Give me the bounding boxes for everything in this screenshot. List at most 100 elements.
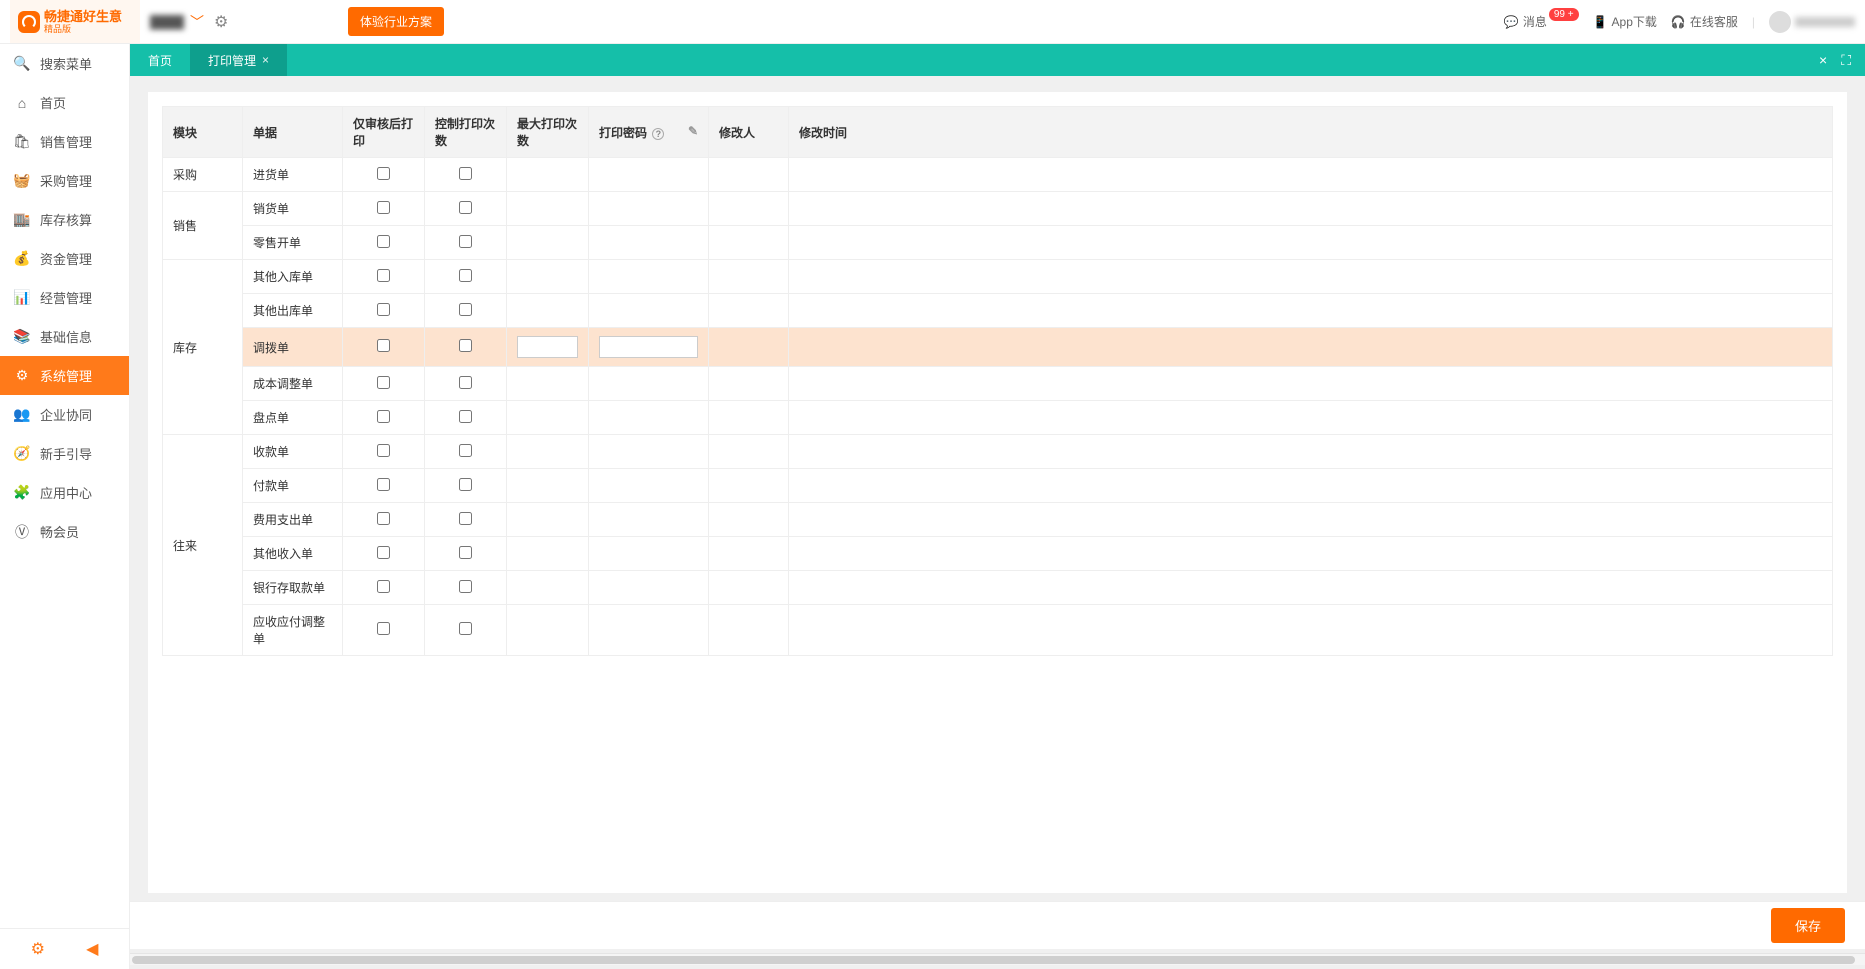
- sidebar-item-purchase[interactable]: 🧺采购管理: [0, 161, 129, 200]
- control-count-cell: [425, 260, 507, 294]
- close-all-icon[interactable]: ×: [1819, 52, 1827, 68]
- messages-link[interactable]: 💬 消息 99 +: [1504, 13, 1579, 30]
- help-icon[interactable]: ?: [652, 128, 664, 140]
- print-pass-cell: [589, 435, 709, 469]
- sidebar-item-label: 应用中心: [40, 483, 92, 502]
- sidebar-item-collab[interactable]: 👥企业协同: [0, 395, 129, 434]
- audit-print-checkbox[interactable]: [377, 478, 390, 491]
- close-icon[interactable]: ×: [262, 53, 269, 67]
- online-service-link[interactable]: 🎧 在线客服: [1671, 13, 1738, 30]
- table-row: 其他收入单: [163, 537, 1833, 571]
- doc-cell: 零售开单: [243, 226, 343, 260]
- audit-print-checkbox[interactable]: [377, 376, 390, 389]
- editor-cell: [709, 158, 789, 192]
- audit-print-checkbox[interactable]: [377, 339, 390, 352]
- table-row: 库存其他入库单: [163, 260, 1833, 294]
- audit-print-cell: [343, 537, 425, 571]
- control-count-checkbox[interactable]: [459, 339, 472, 352]
- control-count-cell: [425, 503, 507, 537]
- industry-plan-button[interactable]: 体验行业方案: [348, 7, 444, 36]
- doc-cell: 费用支出单: [243, 503, 343, 537]
- tab-home[interactable]: 首页: [130, 44, 190, 76]
- sidebar-item-app-center[interactable]: 🧩应用中心: [0, 473, 129, 512]
- audit-print-checkbox[interactable]: [377, 269, 390, 282]
- sidebar-item-basic-info[interactable]: 📚基础信息: [0, 317, 129, 356]
- control-count-checkbox[interactable]: [459, 201, 472, 214]
- collapse-icon[interactable]: ◀: [86, 939, 98, 959]
- control-count-cell: [425, 401, 507, 435]
- max-count-input[interactable]: [517, 336, 578, 358]
- tabstrip: 首页 打印管理 × × ⛶: [130, 44, 1865, 76]
- print-pass-cell: [589, 226, 709, 260]
- control-count-cell: [425, 367, 507, 401]
- doc-cell: 其他出库单: [243, 294, 343, 328]
- tab-print-manage[interactable]: 打印管理 ×: [190, 44, 287, 76]
- audit-print-checkbox[interactable]: [377, 444, 390, 457]
- sidebar-item-funds[interactable]: 💰资金管理: [0, 239, 129, 278]
- control-count-checkbox[interactable]: [459, 444, 472, 457]
- settings-icon[interactable]: ⚙: [31, 939, 45, 959]
- control-count-cell: [425, 435, 507, 469]
- sidebar-item-search-menu[interactable]: 🔍搜索菜单: [0, 44, 129, 83]
- brand-sub: 精品版: [44, 25, 122, 34]
- sidebar-item-business[interactable]: 📊经营管理: [0, 278, 129, 317]
- horizontal-scrollbar[interactable]: [130, 953, 1865, 965]
- tenant-select[interactable]: ████ ﹀ ⚙: [140, 12, 340, 32]
- sidebar-item-system[interactable]: ⚙系统管理: [0, 356, 129, 395]
- control-count-checkbox[interactable]: [459, 622, 472, 635]
- audit-print-cell: [343, 158, 425, 192]
- sidebar-item-home[interactable]: ⌂首页: [0, 83, 129, 122]
- audit-print-checkbox[interactable]: [377, 410, 390, 423]
- editor-cell: [709, 503, 789, 537]
- edit-column-icon[interactable]: ✎: [688, 124, 698, 138]
- save-button[interactable]: 保存: [1771, 908, 1845, 943]
- system-icon: ⚙: [14, 368, 30, 384]
- brand-icon: [18, 11, 40, 33]
- control-count-checkbox[interactable]: [459, 303, 472, 316]
- audit-print-checkbox[interactable]: [377, 546, 390, 559]
- audit-print-checkbox[interactable]: [377, 512, 390, 525]
- control-count-checkbox[interactable]: [459, 478, 472, 491]
- edit-time-cell: [789, 469, 1833, 503]
- audit-print-cell: [343, 469, 425, 503]
- max-count-cell: [507, 294, 589, 328]
- sidebar-item-label: 畅会员: [40, 522, 79, 541]
- audit-print-checkbox[interactable]: [377, 201, 390, 214]
- sidebar-item-member[interactable]: Ⓥ畅会员: [0, 512, 129, 551]
- sidebar-item-inventory[interactable]: 🏬库存核算: [0, 200, 129, 239]
- audit-print-checkbox[interactable]: [377, 167, 390, 180]
- th-max-count: 最大打印次数: [507, 107, 589, 158]
- control-count-checkbox[interactable]: [459, 410, 472, 423]
- control-count-checkbox[interactable]: [459, 269, 472, 282]
- sidebar-item-sales[interactable]: 🛍销售管理: [0, 122, 129, 161]
- control-count-checkbox[interactable]: [459, 580, 472, 593]
- print-pass-cell: [589, 605, 709, 656]
- gear-icon[interactable]: ⚙: [214, 12, 228, 32]
- control-count-cell: [425, 328, 507, 367]
- audit-print-checkbox[interactable]: [377, 235, 390, 248]
- control-count-checkbox[interactable]: [459, 167, 472, 180]
- control-count-checkbox[interactable]: [459, 235, 472, 248]
- sidebar-item-label: 首页: [40, 93, 66, 112]
- audit-print-checkbox[interactable]: [377, 622, 390, 635]
- mobile-icon: 📱: [1593, 15, 1608, 29]
- editor-cell: [709, 367, 789, 401]
- brand-logo[interactable]: 畅捷通好生意 精品版: [10, 0, 140, 43]
- audit-print-checkbox[interactable]: [377, 580, 390, 593]
- messages-label: 消息: [1523, 13, 1547, 30]
- app-download-link[interactable]: 📱 App下载: [1593, 13, 1657, 30]
- control-count-checkbox[interactable]: [459, 512, 472, 525]
- table-row: 往来收款单: [163, 435, 1833, 469]
- sidebar-item-guide[interactable]: 🧭新手引导: [0, 434, 129, 473]
- control-count-checkbox[interactable]: [459, 376, 472, 389]
- control-count-checkbox[interactable]: [459, 546, 472, 559]
- doc-cell: 银行存取款单: [243, 571, 343, 605]
- audit-print-cell: [343, 605, 425, 656]
- fullscreen-icon[interactable]: ⛶: [1841, 52, 1851, 69]
- max-count-cell: [507, 469, 589, 503]
- audit-print-checkbox[interactable]: [377, 303, 390, 316]
- print-pass-input[interactable]: [599, 336, 698, 358]
- business-icon: 📊: [14, 290, 30, 306]
- th-doc: 单据: [243, 107, 343, 158]
- user-menu[interactable]: [1769, 11, 1855, 33]
